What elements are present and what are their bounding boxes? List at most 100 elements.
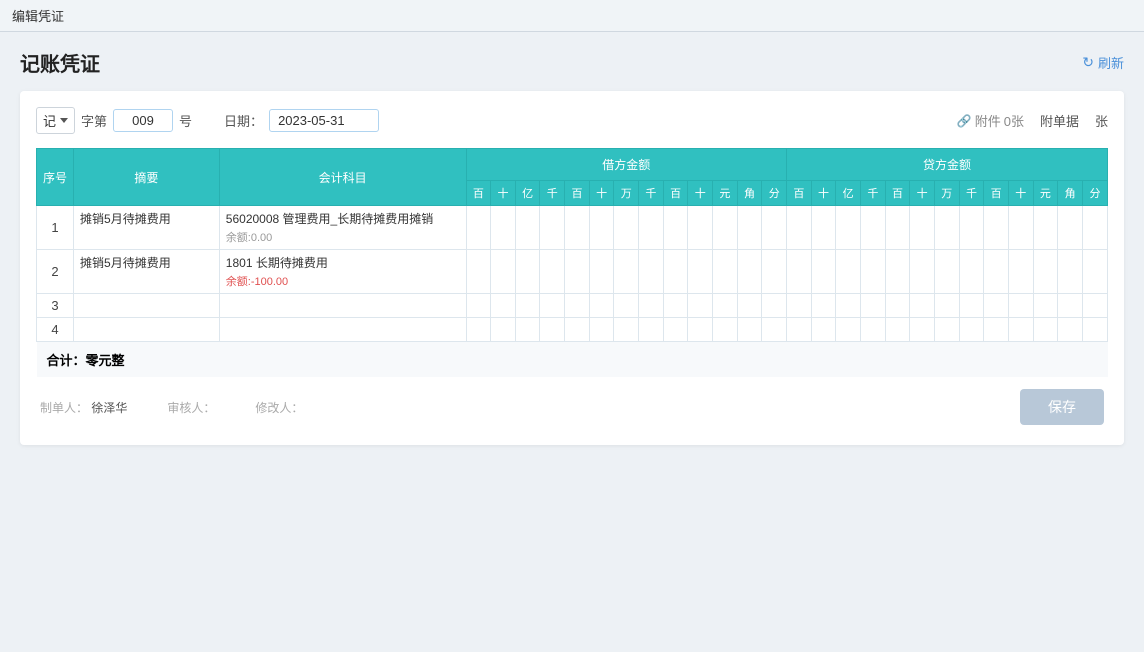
row-1-debit-5[interactable] bbox=[565, 206, 590, 250]
row-2-debit-9[interactable] bbox=[663, 250, 688, 294]
row-1-credit-1[interactable] bbox=[787, 206, 812, 250]
row-3-credit-5[interactable] bbox=[885, 294, 910, 318]
row-1-debit-3[interactable] bbox=[515, 206, 540, 250]
row-1-credit-3[interactable] bbox=[836, 206, 861, 250]
row-2-credit-3[interactable] bbox=[836, 250, 861, 294]
row-4-debit-2[interactable] bbox=[491, 318, 516, 342]
row-4-credit-5[interactable] bbox=[885, 318, 910, 342]
save-button[interactable]: 保存 bbox=[1020, 389, 1104, 425]
row-4-debit-6[interactable] bbox=[589, 318, 614, 342]
row-2-credit-9[interactable] bbox=[984, 250, 1009, 294]
row-4-debit-5[interactable] bbox=[565, 318, 590, 342]
row-1-credit-4[interactable] bbox=[861, 206, 886, 250]
row-2-debit-3[interactable] bbox=[515, 250, 540, 294]
row-4-credit-3[interactable] bbox=[836, 318, 861, 342]
row-3-credit-3[interactable] bbox=[836, 294, 861, 318]
row-3-debit-11[interactable] bbox=[713, 294, 738, 318]
row-3-debit-12[interactable] bbox=[737, 294, 762, 318]
row-1-summary[interactable]: 摊销5月待摊费用 bbox=[74, 206, 220, 250]
row-2-credit-4[interactable] bbox=[861, 250, 886, 294]
row-4-debit-8[interactable] bbox=[639, 318, 664, 342]
row-3-debit-6[interactable] bbox=[589, 294, 614, 318]
row-4-credit-8[interactable] bbox=[959, 318, 984, 342]
row-2-credit-11[interactable] bbox=[1033, 250, 1058, 294]
row-3-subject[interactable] bbox=[219, 294, 466, 318]
row-4-debit-1[interactable] bbox=[466, 318, 491, 342]
row-2-debit-10[interactable] bbox=[688, 250, 713, 294]
row-2-debit-5[interactable] bbox=[565, 250, 590, 294]
row-2-debit-12[interactable] bbox=[737, 250, 762, 294]
row-1-debit-2[interactable] bbox=[491, 206, 516, 250]
row-3-credit-6[interactable] bbox=[910, 294, 935, 318]
row-3-summary[interactable] bbox=[74, 294, 220, 318]
row-2-credit-1[interactable] bbox=[787, 250, 812, 294]
row-4-summary[interactable] bbox=[74, 318, 220, 342]
row-1-credit-11[interactable] bbox=[1033, 206, 1058, 250]
row-3-credit-8[interactable] bbox=[959, 294, 984, 318]
row-3-debit-7[interactable] bbox=[614, 294, 639, 318]
row-2-credit-12[interactable] bbox=[1058, 250, 1083, 294]
row-1-debit-6[interactable] bbox=[589, 206, 614, 250]
row-3-credit-1[interactable] bbox=[787, 294, 812, 318]
row-4-credit-6[interactable] bbox=[910, 318, 935, 342]
row-1-credit-7[interactable] bbox=[934, 206, 959, 250]
row-3-debit-4[interactable] bbox=[540, 294, 565, 318]
row-2-debit-1[interactable] bbox=[466, 250, 491, 294]
attach-link[interactable]: 🔗 附件 0张 bbox=[957, 111, 1024, 130]
date-input[interactable] bbox=[269, 109, 379, 132]
row-3-credit-9[interactable] bbox=[984, 294, 1009, 318]
row-3-debit-9[interactable] bbox=[663, 294, 688, 318]
row-4-credit-4[interactable] bbox=[861, 318, 886, 342]
row-3-credit-11[interactable] bbox=[1033, 294, 1058, 318]
row-1-subject[interactable]: 56020008 管理费用_长期待摊费用摊销余额:0.00 bbox=[219, 206, 466, 250]
refresh-button[interactable]: ↻ 刷新 bbox=[1082, 53, 1124, 72]
row-2-credit-7[interactable] bbox=[934, 250, 959, 294]
row-1-debit-8[interactable] bbox=[639, 206, 664, 250]
row-2-credit-13[interactable] bbox=[1082, 250, 1107, 294]
row-2-debit-13[interactable] bbox=[762, 250, 787, 294]
row-2-credit-10[interactable] bbox=[1008, 250, 1033, 294]
row-3-credit-13[interactable] bbox=[1082, 294, 1107, 318]
row-3-debit-5[interactable] bbox=[565, 294, 590, 318]
row-2-debit-4[interactable] bbox=[540, 250, 565, 294]
row-3-credit-2[interactable] bbox=[811, 294, 836, 318]
row-3-credit-4[interactable] bbox=[861, 294, 886, 318]
row-4-debit-3[interactable] bbox=[515, 318, 540, 342]
row-1-credit-10[interactable] bbox=[1008, 206, 1033, 250]
voucher-number-input[interactable] bbox=[113, 109, 173, 132]
row-1-credit-5[interactable] bbox=[885, 206, 910, 250]
row-2-summary[interactable]: 摊销5月待摊费用 bbox=[74, 250, 220, 294]
row-4-debit-10[interactable] bbox=[688, 318, 713, 342]
row-1-debit-12[interactable] bbox=[737, 206, 762, 250]
row-2-credit-5[interactable] bbox=[885, 250, 910, 294]
row-4-credit-13[interactable] bbox=[1082, 318, 1107, 342]
row-4-credit-2[interactable] bbox=[811, 318, 836, 342]
row-1-credit-12[interactable] bbox=[1058, 206, 1083, 250]
row-3-debit-8[interactable] bbox=[639, 294, 664, 318]
row-4-debit-11[interactable] bbox=[713, 318, 738, 342]
row-1-credit-6[interactable] bbox=[910, 206, 935, 250]
row-1-debit-7[interactable] bbox=[614, 206, 639, 250]
row-3-credit-7[interactable] bbox=[934, 294, 959, 318]
row-2-debit-2[interactable] bbox=[491, 250, 516, 294]
row-3-debit-1[interactable] bbox=[466, 294, 491, 318]
row-3-debit-3[interactable] bbox=[515, 294, 540, 318]
row-1-debit-1[interactable] bbox=[466, 206, 491, 250]
row-4-credit-7[interactable] bbox=[934, 318, 959, 342]
row-1-debit-11[interactable] bbox=[713, 206, 738, 250]
row-4-credit-12[interactable] bbox=[1058, 318, 1083, 342]
row-1-debit-10[interactable] bbox=[688, 206, 713, 250]
row-1-credit-8[interactable] bbox=[959, 206, 984, 250]
row-4-debit-9[interactable] bbox=[663, 318, 688, 342]
row-4-debit-7[interactable] bbox=[614, 318, 639, 342]
row-2-subject[interactable]: 1801 长期待摊费用余额:-100.00 bbox=[219, 250, 466, 294]
row-1-debit-13[interactable] bbox=[762, 206, 787, 250]
row-3-credit-10[interactable] bbox=[1008, 294, 1033, 318]
row-4-debit-12[interactable] bbox=[737, 318, 762, 342]
row-1-credit-2[interactable] bbox=[811, 206, 836, 250]
row-1-debit-9[interactable] bbox=[663, 206, 688, 250]
row-2-credit-8[interactable] bbox=[959, 250, 984, 294]
row-4-credit-10[interactable] bbox=[1008, 318, 1033, 342]
row-1-debit-4[interactable] bbox=[540, 206, 565, 250]
row-2-credit-6[interactable] bbox=[910, 250, 935, 294]
